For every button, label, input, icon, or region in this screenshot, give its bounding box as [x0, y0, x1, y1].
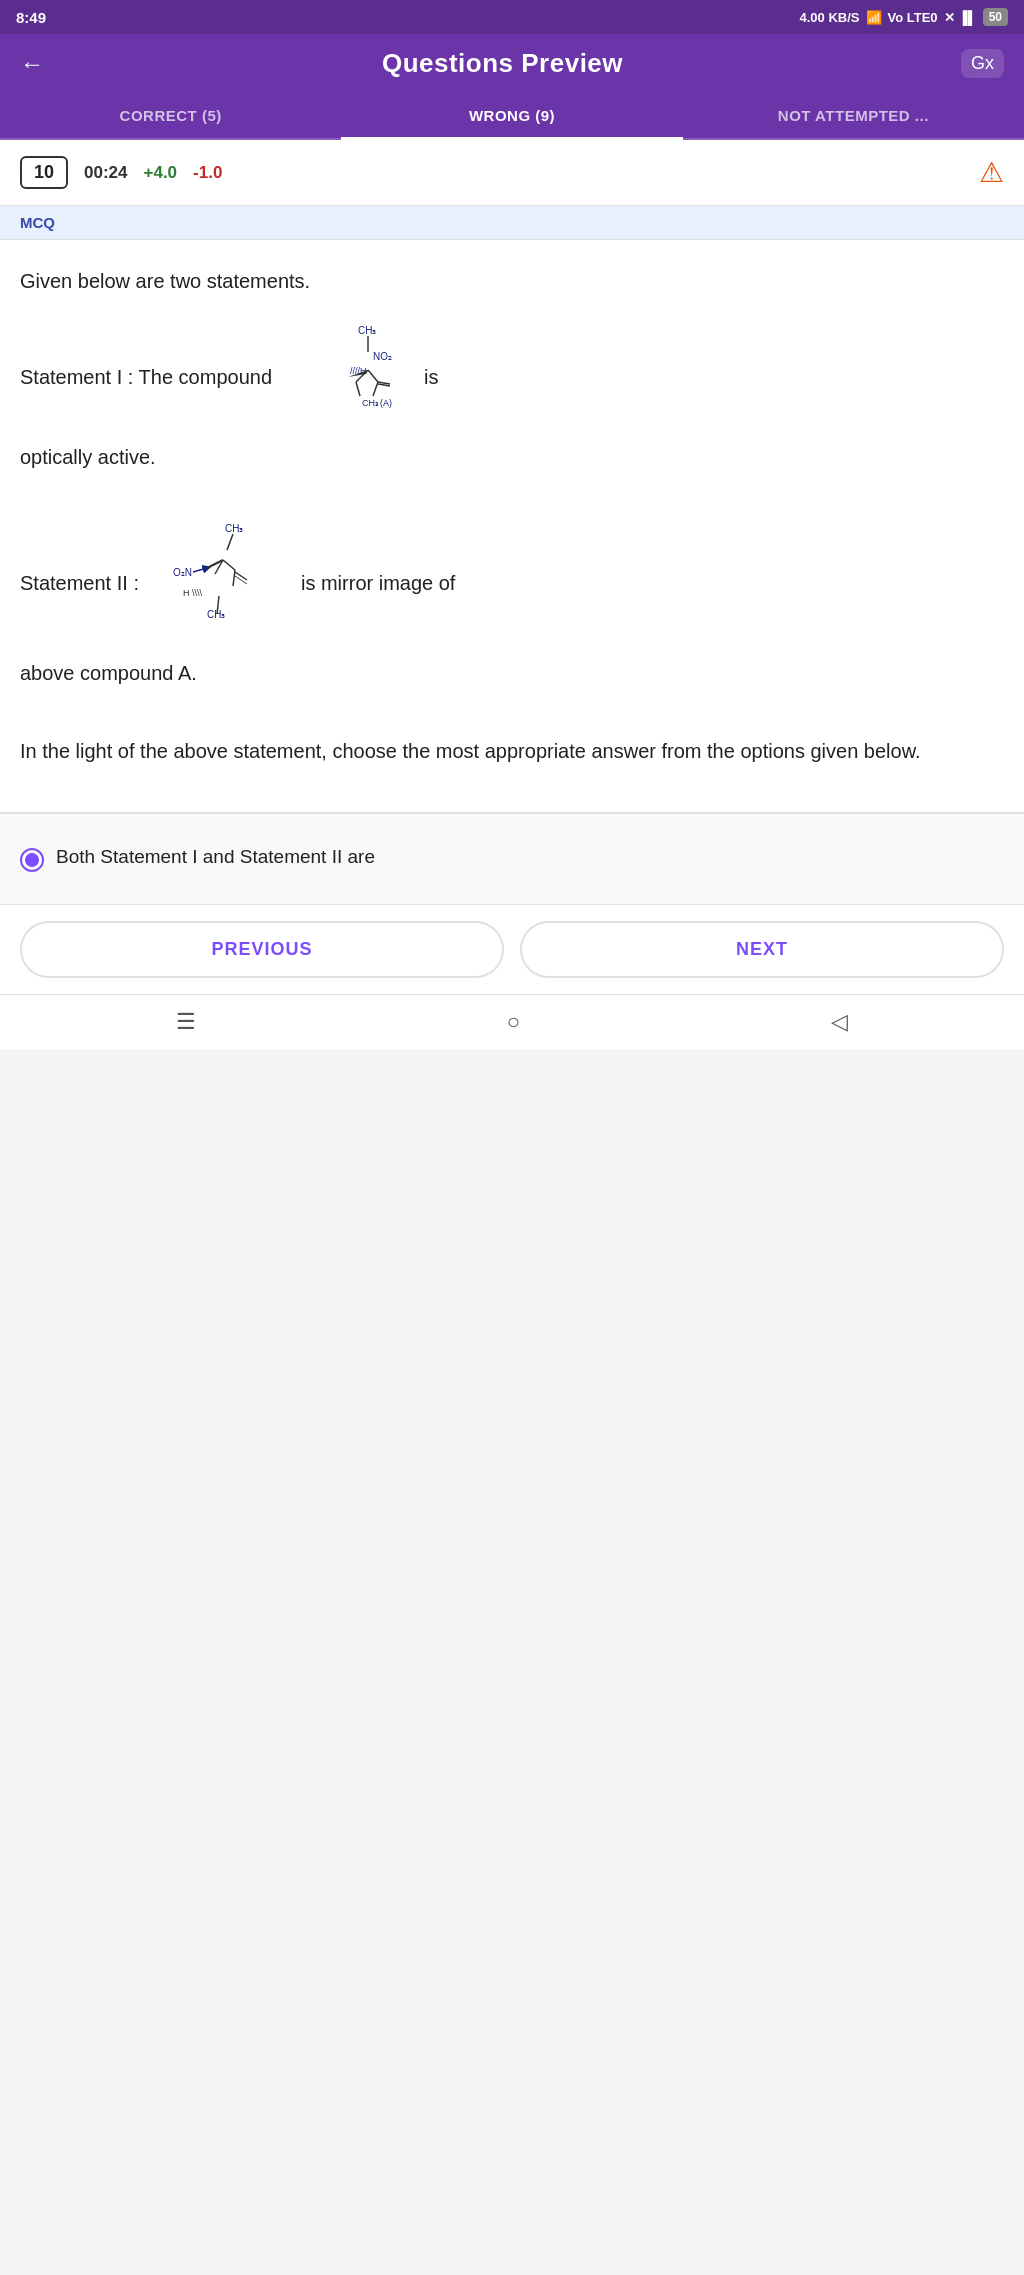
svg-text:CH₃: CH₃: [358, 325, 376, 336]
svg-text:NO₂: NO₂: [373, 351, 392, 362]
svg-line-19: [233, 570, 235, 586]
svg-line-18: [223, 560, 235, 570]
svg-line-16: [193, 568, 207, 572]
network-speed: 4.00 KB/S: [800, 10, 860, 25]
previous-button[interactable]: PREVIOUS: [20, 921, 504, 978]
svg-line-24: [235, 572, 247, 580]
question-content: 10 00:24 +4.0 -1.0 ⚠ MCQ Given below are…: [0, 140, 1024, 994]
question-conclusion: In the light of the above statement, cho…: [20, 734, 1004, 768]
warning-icon: ⚠: [979, 156, 1004, 189]
back-nav-icon[interactable]: ◁: [831, 1009, 848, 1035]
back-button[interactable]: ←: [20, 50, 44, 78]
svg-text:CH₃: CH₃: [362, 398, 379, 408]
marks-positive: +4.0: [144, 163, 178, 183]
compound-b-structure: CH₃ O₂N H \\\\ CH₃: [155, 518, 285, 648]
svg-line-5: [368, 370, 378, 382]
tab-correct[interactable]: CORRECT (5): [0, 93, 341, 138]
svg-line-25: [235, 576, 247, 584]
tab-wrong[interactable]: WRONG (9): [341, 93, 682, 138]
tab-not-attempted[interactable]: NOT ATTEMPTED ...: [683, 93, 1024, 138]
statement-2: Statement II : CH₃ O₂N: [20, 518, 1004, 690]
status-right: 4.00 KB/S 📶 Vo LTE0 ✕ ▐▌ 50: [800, 8, 1008, 26]
tabs-bar: CORRECT (5) WRONG (9) NOT ATTEMPTED ...: [0, 93, 1024, 140]
svg-line-6: [373, 382, 378, 396]
answer-radio-1[interactable]: [20, 848, 44, 872]
svg-text:CH₃: CH₃: [225, 523, 243, 534]
battery-badge: 50: [983, 8, 1008, 26]
signal-text: Vo LTE0: [888, 10, 938, 25]
home-icon[interactable]: ○: [507, 1009, 520, 1035]
question-number: 10: [20, 156, 68, 189]
question-meta: 00:24 +4.0 -1.0: [84, 163, 222, 183]
question-intro: Given below are two statements.: [20, 264, 1004, 298]
svg-text:(A): (A): [380, 398, 392, 408]
menu-icon[interactable]: ☰: [176, 1009, 196, 1035]
status-bar: 8:49 4.00 KB/S 📶 Vo LTE0 ✕ ▐▌ 50: [0, 0, 1024, 34]
svg-text:H \\\\: H \\\\: [183, 588, 203, 598]
wifi-icon: 📶: [866, 10, 882, 25]
statement-1: Statement I : The compound CH₃ NO₂: [20, 322, 1004, 474]
marks-negative: -1.0: [193, 163, 222, 183]
status-time: 8:49: [16, 9, 46, 26]
question-body: Given below are two statements. Statemen…: [0, 240, 1024, 812]
question-header: 10 00:24 +4.0 -1.0 ⚠: [0, 140, 1024, 206]
nav-buttons: PREVIOUS NEXT: [0, 904, 1024, 994]
svg-text:O₂N: O₂N: [173, 567, 192, 578]
answer-area: Both Statement I and Statement II are: [0, 812, 1024, 904]
page-title: Questions Preview: [382, 48, 623, 79]
answer-option-1[interactable]: Both Statement I and Statement II are: [20, 834, 1004, 884]
bottom-nav: ☰ ○ ◁: [0, 994, 1024, 1049]
svg-text:CH₃: CH₃: [207, 609, 225, 620]
header: ← Questions Preview Gx: [0, 34, 1024, 93]
compound-a-structure: CH₃ NO₂ ////H: [288, 322, 408, 432]
translate-button[interactable]: Gx: [961, 49, 1004, 78]
svg-line-9: [356, 382, 360, 396]
question-time: 00:24: [84, 163, 127, 183]
svg-line-14: [227, 534, 233, 550]
signal-bars: ✕ ▐▌: [944, 10, 977, 25]
next-button[interactable]: NEXT: [520, 921, 1004, 978]
question-type-label: MCQ: [0, 206, 1024, 240]
